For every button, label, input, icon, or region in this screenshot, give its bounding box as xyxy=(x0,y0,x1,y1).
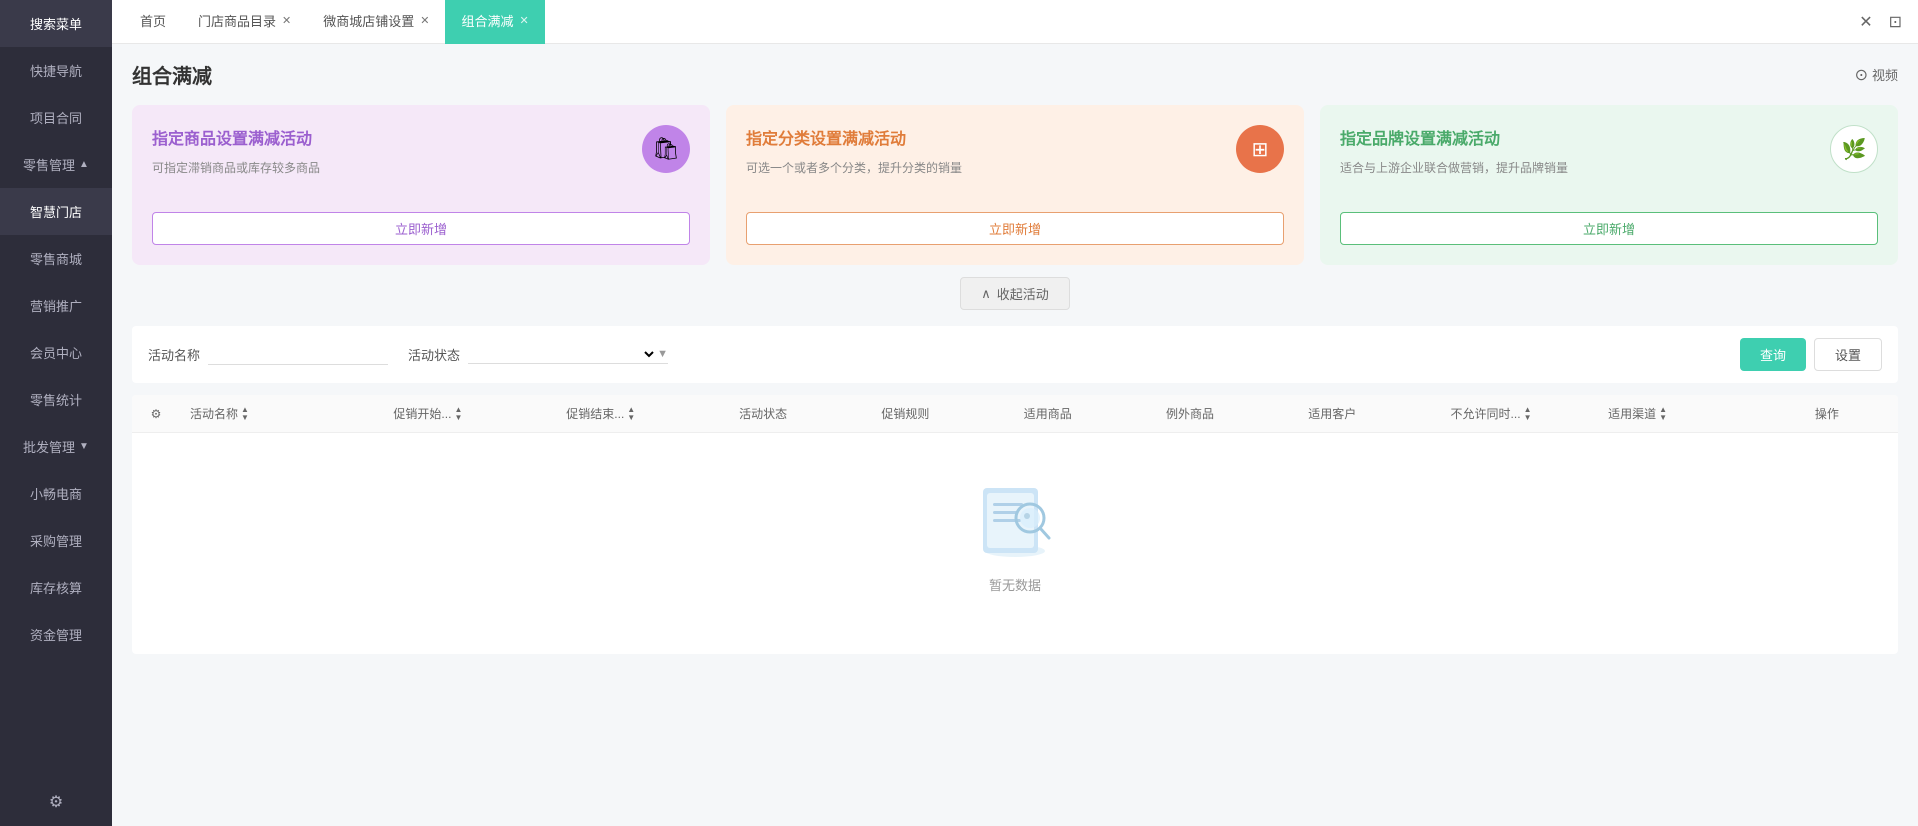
empty-illustration xyxy=(965,473,1065,563)
sidebar: 搜索菜单 快捷导航 项目合同 零售管理 ▲ 智慧门店 零售商城 营销推广 会员中… xyxy=(0,0,112,826)
brand-add-button[interactable]: 立即新增 xyxy=(1340,212,1878,245)
tab-bar: 首页 门店商品目录 ✕ 微商城店铺设置 ✕ 组合满减 ✕ ✕ ⊡ xyxy=(112,0,1918,44)
th-gear[interactable]: ⚙ xyxy=(132,407,180,421)
th-channel: 适用渠道 ▲▼ xyxy=(1598,405,1756,422)
filter-name: 活动名称 xyxy=(148,345,388,365)
sidebar-item-stats[interactable]: 零售统计 xyxy=(0,376,112,423)
tab-combo-close-icon[interactable]: ✕ xyxy=(520,14,529,27)
collapse-icon: ∧ xyxy=(981,286,991,302)
sort-notallow-icon[interactable]: ▲▼ xyxy=(1524,406,1532,422)
settings-button[interactable]: 设置 xyxy=(1814,338,1882,371)
th-name: 活动名称 ▲▼ xyxy=(180,405,383,422)
promotion-cards: 🛍 指定商品设置满减活动 可指定滞销商品或库存较多商品 立即新增 ⊞ 指定分类设… xyxy=(132,105,1898,265)
card-category: ⊞ 指定分类设置满减活动 可选一个或者多个分类，提升分类的销量 立即新增 xyxy=(726,105,1304,265)
category-card-title: 指定分类设置满减活动 xyxy=(746,125,1284,149)
close-window-button[interactable]: ✕ xyxy=(1855,8,1876,36)
video-link[interactable]: ⊙ 视频 xyxy=(1855,65,1898,85)
goods-add-button[interactable]: 立即新增 xyxy=(152,212,690,245)
category-add-button[interactable]: 立即新增 xyxy=(746,212,1284,245)
goods-card-title: 指定商品设置满减活动 xyxy=(152,125,690,149)
retail-arrow-icon: ▲ xyxy=(79,159,89,170)
sidebar-item-xiaochang[interactable]: 小畅电商 xyxy=(0,470,112,517)
goods-card-icon: 🛍 xyxy=(642,125,690,173)
wholesale-arrow-icon: ▼ xyxy=(79,441,89,452)
card-goods: 🛍 指定商品设置满减活动 可指定滞销商品或库存较多商品 立即新增 xyxy=(132,105,710,265)
sidebar-item-purchase[interactable]: 采购管理 xyxy=(0,517,112,564)
page-title: 组合满减 xyxy=(132,60,212,89)
sidebar-item-smartstore[interactable]: 智慧门店 xyxy=(0,188,112,235)
th-goods: 适用商品 xyxy=(1014,405,1156,422)
sidebar-item-retailmall[interactable]: 零售商城 xyxy=(0,235,112,282)
dropdown-arrow-icon: ▼ xyxy=(657,348,668,360)
category-card-desc: 可选一个或者多个分类，提升分类的销量 xyxy=(746,159,1284,196)
tab-bar-actions: ✕ ⊡ xyxy=(1855,8,1906,36)
sidebar-item-search[interactable]: 搜索菜单 xyxy=(0,0,112,47)
tab-home[interactable]: 首页 xyxy=(124,0,182,44)
tab-combo[interactable]: 组合满减 ✕ xyxy=(445,0,544,44)
th-notallow: 不允许同时... ▲▼ xyxy=(1441,405,1599,422)
th-start: 促销开始... ▲▼ xyxy=(383,405,556,422)
content-area: 组合满减 ⊙ 视频 🛍 指定商品设置满减活动 可指定滞销商品或库存较多商品 立即… xyxy=(112,44,1918,826)
sidebar-item-inventory[interactable]: 库存核算 xyxy=(0,564,112,611)
sort-name-icon[interactable]: ▲▼ xyxy=(241,406,249,422)
tab-catalog-close-icon[interactable]: ✕ xyxy=(282,14,291,27)
sidebar-item-member[interactable]: 会员中心 xyxy=(0,329,112,376)
activity-status-select[interactable]: 进行中 未开始 已结束 xyxy=(468,346,657,363)
th-op: 操作 xyxy=(1756,405,1898,422)
sidebar-item-quicknav[interactable]: 快捷导航 xyxy=(0,47,112,94)
expand-window-button[interactable]: ⊡ xyxy=(1885,8,1906,36)
tab-wechat[interactable]: 微商城店铺设置 ✕ xyxy=(307,0,445,44)
collapse-bar: ∧ 收起活动 xyxy=(132,277,1898,310)
sidebar-item-project[interactable]: 项目合同 xyxy=(0,94,112,141)
th-except: 例外商品 xyxy=(1156,405,1298,422)
empty-state: 暂无数据 xyxy=(132,433,1898,654)
filter-row: 活动名称 活动状态 进行中 未开始 已结束 ▼ 查询 设置 xyxy=(132,326,1898,383)
main-content: 首页 门店商品目录 ✕ 微商城店铺设置 ✕ 组合满减 ✕ ✕ ⊡ 组合满减 ⊙ … xyxy=(112,0,1918,826)
brand-card-desc: 适合与上游企业联合做营销，提升品牌销量 xyxy=(1340,159,1878,196)
sort-end-icon[interactable]: ▲▼ xyxy=(627,406,635,422)
sidebar-item-wholesale[interactable]: 批发管理 ▼ xyxy=(0,423,112,470)
th-customer: 适用客户 xyxy=(1298,405,1440,422)
brand-card-icon: 🌿 xyxy=(1830,125,1878,173)
card-brand: 🌿 指定品牌设置满减活动 适合与上游企业联合做营销，提升品牌销量 立即新增 xyxy=(1320,105,1898,265)
query-button[interactable]: 查询 xyxy=(1740,338,1806,371)
empty-text: 暂无数据 xyxy=(989,575,1041,594)
tab-wechat-close-icon[interactable]: ✕ xyxy=(420,14,429,27)
sort-channel-icon[interactable]: ▲▼ xyxy=(1659,406,1667,422)
th-end: 促销结束... ▲▼ xyxy=(556,405,729,422)
th-rule: 促销规则 xyxy=(871,405,1013,422)
tab-catalog[interactable]: 门店商品目录 ✕ xyxy=(182,0,307,44)
activity-name-input[interactable] xyxy=(208,345,388,365)
play-circle-icon: ⊙ xyxy=(1855,65,1868,85)
brand-card-title: 指定品牌设置满减活动 xyxy=(1340,125,1878,149)
page-header: 组合满减 ⊙ 视频 xyxy=(132,60,1898,89)
data-table: ⚙ 活动名称 ▲▼ 促销开始... ▲▼ 促销结束... ▲▼ 活动状态 促销 xyxy=(132,395,1898,654)
th-status: 活动状态 xyxy=(729,405,871,422)
sidebar-item-marketing[interactable]: 营销推广 xyxy=(0,282,112,329)
collapse-button[interactable]: ∧ 收起活动 xyxy=(960,277,1070,310)
goods-card-desc: 可指定滞销商品或库存较多商品 xyxy=(152,159,690,196)
sidebar-item-retail[interactable]: 零售管理 ▲ xyxy=(0,141,112,188)
sidebar-item-finance[interactable]: 资金管理 xyxy=(0,611,112,658)
settings-icon[interactable]: ⚙ xyxy=(0,778,112,826)
filter-actions: 查询 设置 xyxy=(1740,338,1882,371)
sort-start-icon[interactable]: ▲▼ xyxy=(454,406,462,422)
activity-status-select-wrapper: 进行中 未开始 已结束 ▼ xyxy=(468,346,668,364)
filter-status: 活动状态 进行中 未开始 已结束 ▼ xyxy=(408,345,668,364)
category-card-icon: ⊞ xyxy=(1236,125,1284,173)
table-header: ⚙ 活动名称 ▲▼ 促销开始... ▲▼ 促销结束... ▲▼ 活动状态 促销 xyxy=(132,395,1898,433)
